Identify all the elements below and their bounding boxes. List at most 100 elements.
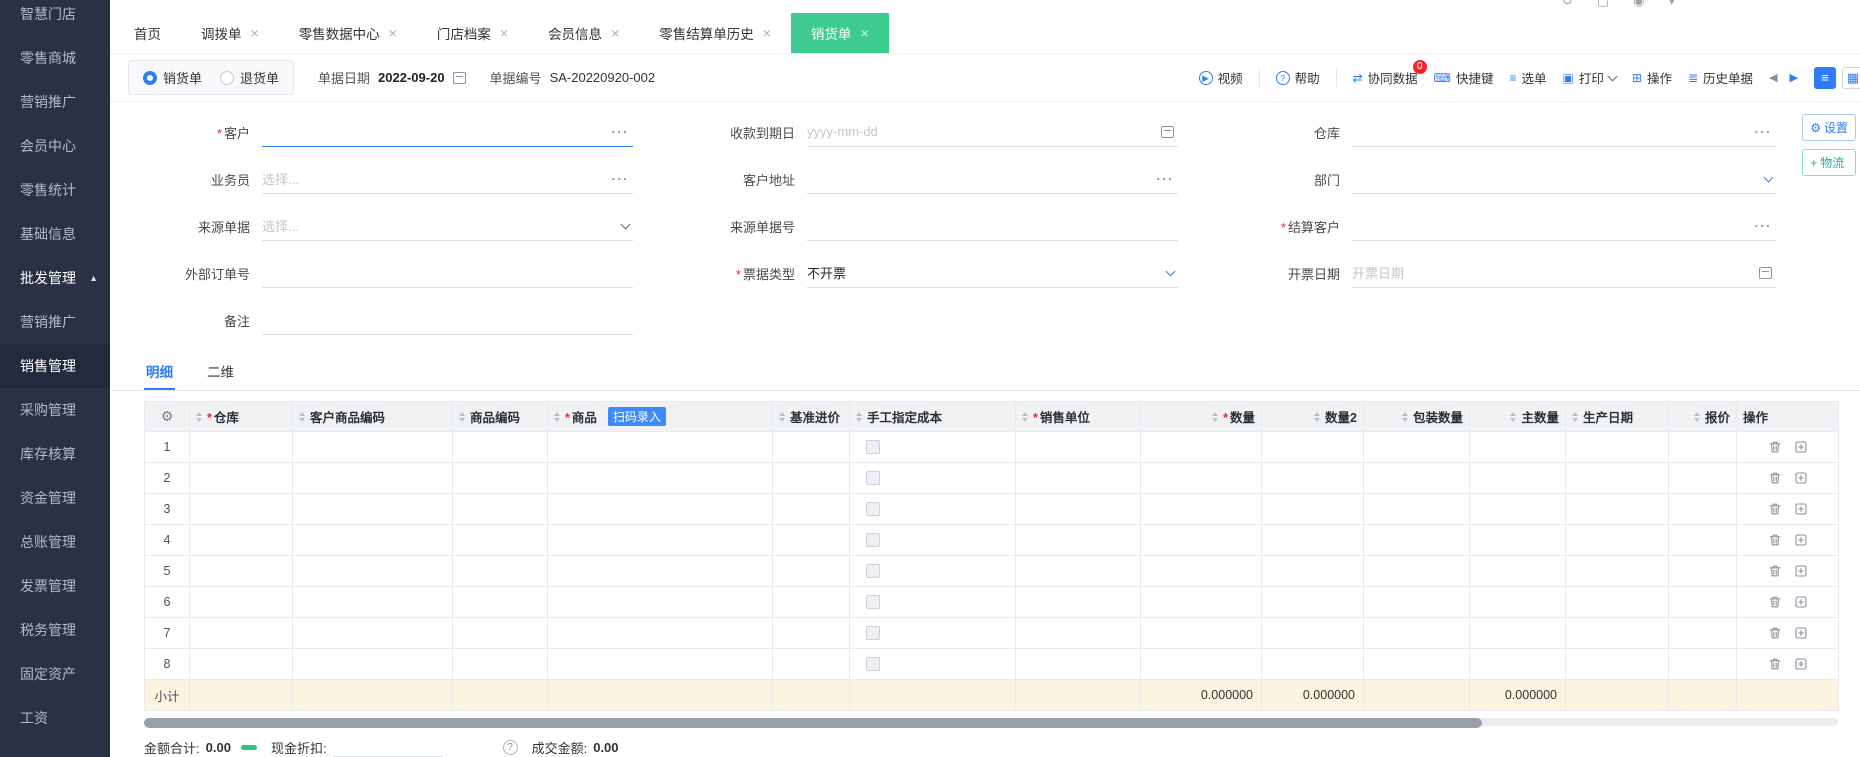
cell-seq[interactable]: 8 <box>144 648 190 680</box>
delete-row-icon[interactable] <box>1768 502 1782 516</box>
action-menu[interactable]: ≡ 选单 <box>1510 68 1547 87</box>
cell-warehouse[interactable] <box>189 586 293 618</box>
sort-icon[interactable] <box>1693 411 1700 422</box>
cell-pack_qty[interactable] <box>1363 431 1470 463</box>
cell-prod_date[interactable] <box>1565 493 1669 525</box>
insert-row-icon[interactable] <box>1794 471 1808 485</box>
cell-qty[interactable] <box>1140 586 1262 618</box>
cell-seq[interactable]: 2 <box>144 462 190 494</box>
cell-sale_unit[interactable] <box>1015 586 1141 618</box>
invoice-type-select[interactable]: 不开票 <box>807 258 1178 288</box>
column-header-qty2[interactable]: 数量2 <box>1261 401 1364 432</box>
cell-actions[interactable] <box>1736 431 1839 463</box>
cell-qty[interactable] <box>1140 555 1262 587</box>
cell-main_qty[interactable] <box>1469 524 1566 556</box>
action-video[interactable]: ▶ 视频 <box>1198 68 1243 87</box>
sort-icon[interactable] <box>1212 411 1219 422</box>
close-icon[interactable]: × <box>389 26 397 40</box>
cell-warehouse[interactable] <box>189 555 293 587</box>
list-view-toggle[interactable]: ≡ <box>1814 66 1836 89</box>
cell-manual_cost[interactable] <box>849 648 1016 680</box>
cell-item[interactable] <box>547 493 773 525</box>
warehouse-input[interactable]: ··· <box>1352 117 1776 147</box>
column-header-sale_unit[interactable]: * 销售单位 <box>1015 401 1141 432</box>
column-header-item_code[interactable]: 商品编码 <box>452 401 548 432</box>
cell-cust_item_code[interactable] <box>292 431 453 463</box>
sort-icon[interactable] <box>856 411 862 422</box>
cell-quote[interactable] <box>1668 555 1737 587</box>
cell-quote[interactable] <box>1668 462 1737 494</box>
column-header-quote[interactable]: 报价 <box>1668 401 1737 432</box>
cell-qty2[interactable] <box>1261 555 1364 587</box>
sort-icon[interactable] <box>779 411 785 422</box>
cell-qty2[interactable] <box>1261 586 1364 618</box>
sort-icon[interactable] <box>1401 411 1408 422</box>
manual-cost-checkbox[interactable] <box>866 502 880 517</box>
cell-cust_item_code[interactable] <box>292 493 453 525</box>
cell-seq[interactable]: 6 <box>144 586 190 618</box>
tab-item[interactable]: 零售结算单历史 × <box>639 13 791 53</box>
manual-cost-checkbox[interactable] <box>866 440 880 455</box>
cell-prod_date[interactable] <box>1565 617 1669 649</box>
cell-item_code[interactable] <box>452 617 548 649</box>
cell-pack_qty[interactable] <box>1363 462 1470 494</box>
manual-cost-checkbox[interactable] <box>866 595 880 610</box>
cell-main_qty[interactable] <box>1469 462 1566 494</box>
cell-base_price[interactable] <box>772 617 850 649</box>
cell-item_code[interactable] <box>452 462 548 494</box>
delete-row-icon[interactable] <box>1768 440 1782 454</box>
radio-return-order[interactable]: 退货单 <box>220 68 279 87</box>
message-icon[interactable]: ▢ <box>1597 0 1609 9</box>
cell-main_qty[interactable] <box>1469 493 1566 525</box>
cell-pack_qty[interactable] <box>1363 586 1470 618</box>
cell-seq[interactable]: 4 <box>144 524 190 556</box>
cell-pack_qty[interactable] <box>1363 648 1470 680</box>
sidebar-item[interactable]: 会员中心 <box>0 124 110 168</box>
cell-actions[interactable] <box>1736 586 1839 618</box>
sidebar-item[interactable]: 零售统计 <box>0 168 110 212</box>
cell-base_price[interactable] <box>772 493 850 525</box>
cell-item_code[interactable] <box>452 555 548 587</box>
delete-row-icon[interactable] <box>1768 471 1782 485</box>
cell-quote[interactable] <box>1668 648 1737 680</box>
sidebar-item[interactable]: 采购管理 <box>0 388 110 432</box>
sidebar-item[interactable]: 销售管理 <box>0 344 110 388</box>
sort-icon[interactable] <box>1022 411 1028 422</box>
cell-qty[interactable] <box>1140 648 1262 680</box>
customer-address-input[interactable]: ··· <box>807 164 1178 194</box>
cell-manual_cost[interactable] <box>849 555 1016 587</box>
cell-base_price[interactable] <box>772 431 850 463</box>
cell-actions[interactable] <box>1736 617 1839 649</box>
remark-input[interactable] <box>262 305 633 335</box>
cell-qty2[interactable] <box>1261 431 1364 463</box>
calendar-icon[interactable] <box>1161 125 1174 138</box>
cell-actions[interactable] <box>1736 648 1839 680</box>
cell-actions[interactable] <box>1736 555 1839 587</box>
tab-2d[interactable]: 二维 <box>205 352 236 390</box>
sidebar-item[interactable]: 资金管理 <box>0 476 110 520</box>
source-doc-input[interactable]: 选择... <box>262 211 633 241</box>
close-icon[interactable]: × <box>763 26 771 40</box>
column-header-manual_cost[interactable]: 手工指定成本 <box>849 401 1016 432</box>
cell-manual_cost[interactable] <box>849 431 1016 463</box>
cell-main_qty[interactable] <box>1469 431 1566 463</box>
tab-item[interactable]: 门店档案 × <box>417 13 528 53</box>
cell-sale_unit[interactable] <box>1015 617 1141 649</box>
cell-pack_qty[interactable] <box>1363 524 1470 556</box>
cell-item[interactable] <box>547 524 773 556</box>
tab-item[interactable]: 会员信息 × <box>528 13 639 53</box>
sidebar-item[interactable]: 总账管理 <box>0 520 110 564</box>
cell-cust_item_code[interactable] <box>292 524 453 556</box>
cell-quote[interactable] <box>1668 617 1737 649</box>
cell-sale_unit[interactable] <box>1015 524 1141 556</box>
cell-prod_date[interactable] <box>1565 462 1669 494</box>
cell-cust_item_code[interactable] <box>292 555 453 587</box>
cell-qty2[interactable] <box>1261 462 1364 494</box>
delete-row-icon[interactable] <box>1768 626 1782 640</box>
cell-quote[interactable] <box>1668 431 1737 463</box>
insert-row-icon[interactable] <box>1794 502 1808 516</box>
sidebar-item[interactable]: 基础信息 <box>0 212 110 256</box>
cell-qty2[interactable] <box>1261 524 1364 556</box>
manual-cost-checkbox[interactable] <box>866 657 880 672</box>
sidebar-item[interactable]: 发票管理 <box>0 564 110 608</box>
